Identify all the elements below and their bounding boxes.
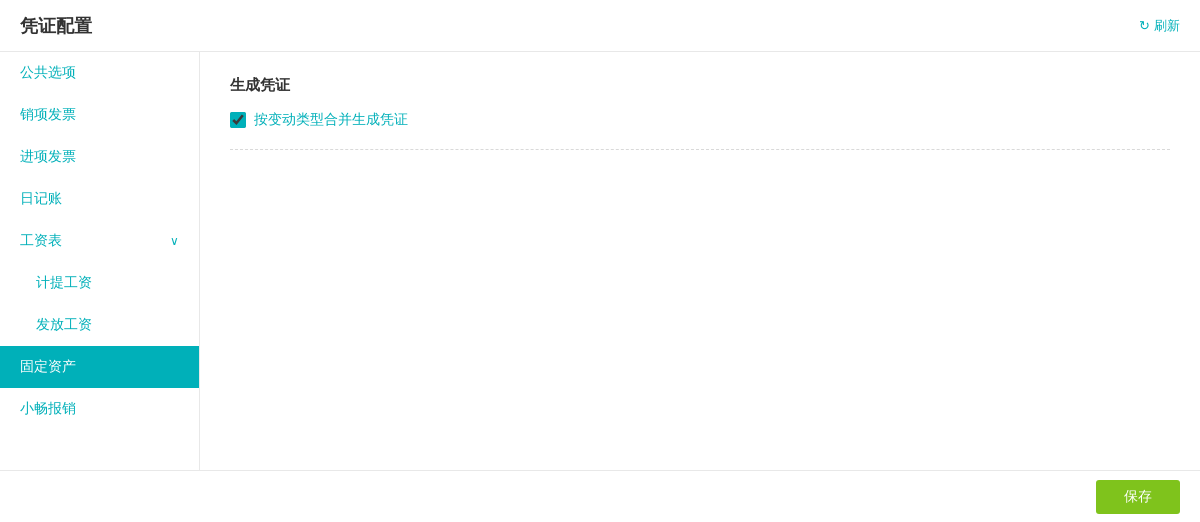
checkbox-row: 按变动类型合并生成凭证 (230, 111, 1170, 129)
sidebar-item-label: 日记账 (20, 190, 62, 208)
sidebar-item-label: 发放工资 (36, 316, 92, 334)
section-divider (230, 149, 1170, 150)
page-footer: 保存 (0, 470, 1200, 522)
sidebar-item-accrued-wages[interactable]: 计提工资 (0, 262, 199, 304)
page-header: 凭证配置 ↻ 刷新 (0, 0, 1200, 52)
sidebar-item-label: 公共选项 (20, 64, 76, 82)
content-area: 生成凭证 按变动类型合并生成凭证 (200, 52, 1200, 470)
section-title: 生成凭证 (230, 76, 1170, 95)
sidebar-item-expense-report[interactable]: 小畅报销 (0, 388, 199, 430)
refresh-button[interactable]: ↻ 刷新 (1139, 17, 1180, 35)
page-title: 凭证配置 (20, 14, 92, 38)
sidebar-item-label: 小畅报销 (20, 400, 76, 418)
sidebar-item-payroll[interactable]: 工资表 ∨ (0, 220, 199, 262)
merge-checkbox-label[interactable]: 按变动类型合并生成凭证 (254, 111, 408, 129)
sidebar-item-fixed-assets[interactable]: 固定资产 (0, 346, 199, 388)
sidebar-item-label: 计提工资 (36, 274, 92, 292)
sidebar-item-sales-invoice[interactable]: 销项发票 (0, 94, 199, 136)
save-button[interactable]: 保存 (1096, 480, 1180, 514)
sidebar-item-label: 工资表 (20, 232, 62, 250)
sidebar-item-label: 固定资产 (20, 358, 76, 376)
main-container: 公共选项销项发票进项发票日记账工资表 ∨ 计提工资发放工资固定资产小畅报销 生成凭证… (0, 52, 1200, 470)
sidebar-item-label: 销项发票 (20, 106, 76, 124)
sidebar-item-journal[interactable]: 日记账 (0, 178, 199, 220)
refresh-icon: ↻ (1139, 18, 1150, 33)
sidebar-item-label: 进项发票 (20, 148, 76, 166)
sidebar-item-public-options[interactable]: 公共选项 (0, 52, 199, 94)
refresh-label: 刷新 (1154, 17, 1180, 35)
sidebar: 公共选项销项发票进项发票日记账工资表 ∨ 计提工资发放工资固定资产小畅报销 (0, 52, 200, 470)
chevron-down-icon: ∨ (170, 234, 179, 248)
sidebar-item-purchase-invoice[interactable]: 进项发票 (0, 136, 199, 178)
merge-checkbox[interactable] (230, 112, 246, 128)
sidebar-item-disbursed-wages[interactable]: 发放工资 (0, 304, 199, 346)
